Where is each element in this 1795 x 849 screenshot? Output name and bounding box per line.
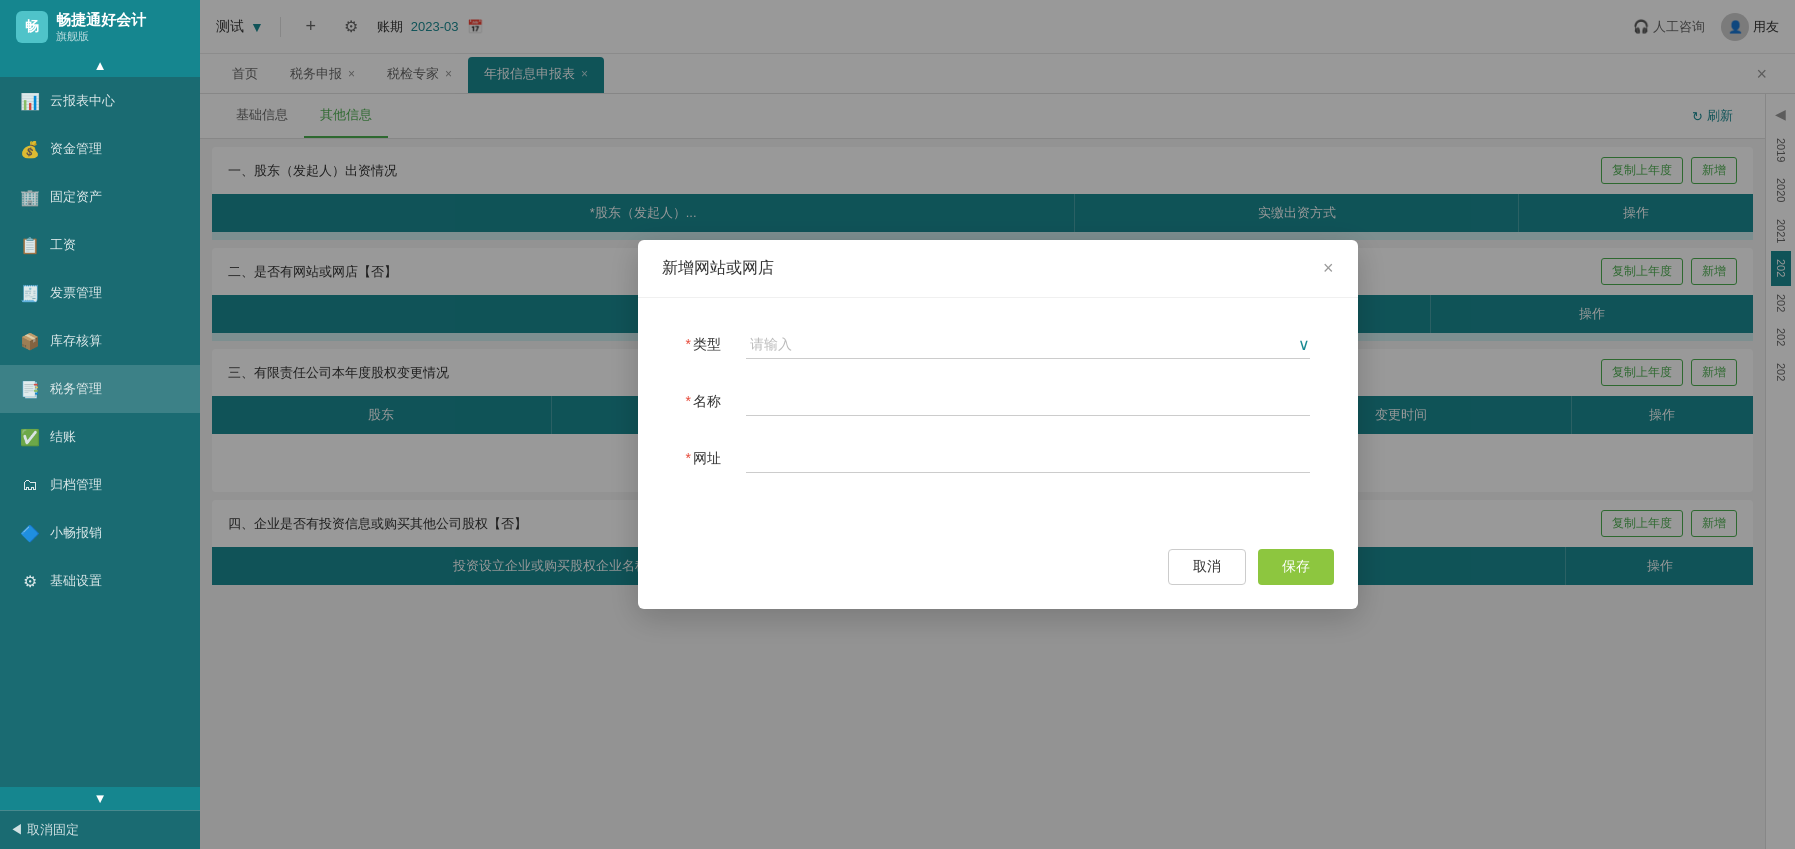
sidebar-item-xiao-chang[interactable]: 🔷 小畅报销 <box>0 509 200 557</box>
modal-form-row-name: *名称 <box>686 387 1310 416</box>
sidebar-item-label: 工资 <box>50 236 76 254</box>
modal-header: 新增网站或网店 × <box>638 240 1358 298</box>
sidebar-item-label: 基础设置 <box>50 572 102 590</box>
sidebar-item-label: 云报表中心 <box>50 92 115 110</box>
type-input-wrap: ∨ <box>746 330 1310 359</box>
xiao-chang-icon: 🔷 <box>20 523 40 543</box>
modal-form-row-type: *类型 ∨ <box>686 330 1310 359</box>
sidebar-item-label: 固定资产 <box>50 188 102 206</box>
name-label: *名称 <box>686 393 746 411</box>
required-star: * <box>686 450 691 466</box>
modal-form-row-url: *网址 <box>686 444 1310 473</box>
sidebar-item-basic-settings[interactable]: ⚙ 基础设置 <box>0 557 200 605</box>
url-input-wrap <box>746 444 1310 473</box>
required-star: * <box>686 336 691 352</box>
sidebar-logo: 畅 畅捷通好会计 旗舰版 <box>0 0 200 54</box>
logo-subtitle: 旗舰版 <box>56 29 146 44</box>
sidebar-scroll-down[interactable]: ▼ <box>0 787 200 810</box>
cancel-button[interactable]: 取消 <box>1168 549 1246 585</box>
sidebar-scroll-up[interactable]: ▲ <box>0 54 200 77</box>
modal-close-button[interactable]: × <box>1323 258 1334 279</box>
sidebar-item-cloud-report[interactable]: 📊 云报表中心 <box>0 77 200 125</box>
sidebar-item-inventory[interactable]: 📦 库存核算 <box>0 317 200 365</box>
payroll-icon: 📋 <box>20 235 40 255</box>
required-star: * <box>686 393 691 409</box>
url-input[interactable] <box>746 444 1310 472</box>
modal-overlay[interactable]: 新增网站或网店 × *类型 ∨ *名称 <box>200 0 1795 849</box>
sidebar-item-invoice-mgmt[interactable]: 🧾 发票管理 <box>0 269 200 317</box>
accounting-icon: ✅ <box>20 427 40 447</box>
sidebar-item-label: 资金管理 <box>50 140 102 158</box>
save-button[interactable]: 保存 <box>1258 549 1334 585</box>
sidebar-item-payroll[interactable]: 📋 工资 <box>0 221 200 269</box>
sidebar-nav: 📊 云报表中心 💰 资金管理 🏢 固定资产 📋 工资 🧾 发票管理 📦 <box>0 77 200 787</box>
sidebar-item-tax-mgmt[interactable]: 📑 税务管理 <box>0 365 200 413</box>
sidebar-item-label: 库存核算 <box>50 332 102 350</box>
archive-icon: 🗂 <box>20 475 40 495</box>
modal-add-website: 新增网站或网店 × *类型 ∨ *名称 <box>638 240 1358 609</box>
fixed-assets-icon: 🏢 <box>20 187 40 207</box>
type-label: *类型 <box>686 336 746 354</box>
modal-footer: 取消 保存 <box>638 533 1358 609</box>
modal-title: 新增网站或网店 <box>662 258 774 279</box>
sidebar: 畅 畅捷通好会计 旗舰版 ▲ 📊 云报表中心 💰 资金管理 🏢 固定资产 📋 <box>0 0 200 849</box>
sidebar-item-label: 小畅报销 <box>50 524 102 542</box>
sidebar-pin-toggle[interactable]: ◀ 取消固定 <box>0 810 200 849</box>
type-input[interactable] <box>746 330 1298 358</box>
modal-body: *类型 ∨ *名称 *网址 <box>638 298 1358 533</box>
sidebar-item-label: 归档管理 <box>50 476 102 494</box>
inventory-icon: 📦 <box>20 331 40 351</box>
fund-mgmt-icon: 💰 <box>20 139 40 159</box>
name-input[interactable] <box>746 387 1310 415</box>
settings-icon: ⚙ <box>20 571 40 591</box>
url-label: *网址 <box>686 450 746 468</box>
sidebar-item-label: 发票管理 <box>50 284 102 302</box>
tax-mgmt-icon: 📑 <box>20 379 40 399</box>
cloud-report-icon: 📊 <box>20 91 40 111</box>
pin-toggle-label: ◀ 取消固定 <box>10 821 79 839</box>
sidebar-item-fixed-assets[interactable]: 🏢 固定资产 <box>0 173 200 221</box>
invoice-icon: 🧾 <box>20 283 40 303</box>
sidebar-item-label: 税务管理 <box>50 380 102 398</box>
type-dropdown-arrow[interactable]: ∨ <box>1298 335 1310 354</box>
sidebar-item-label: 结账 <box>50 428 76 446</box>
logo-title: 畅捷通好会计 <box>56 11 146 29</box>
sidebar-item-archive-mgmt[interactable]: 🗂 归档管理 <box>0 461 200 509</box>
name-input-wrap <box>746 387 1310 416</box>
logo-icon: 畅 <box>16 11 48 43</box>
sidebar-item-accounting[interactable]: ✅ 结账 <box>0 413 200 461</box>
sidebar-item-fund-mgmt[interactable]: 💰 资金管理 <box>0 125 200 173</box>
